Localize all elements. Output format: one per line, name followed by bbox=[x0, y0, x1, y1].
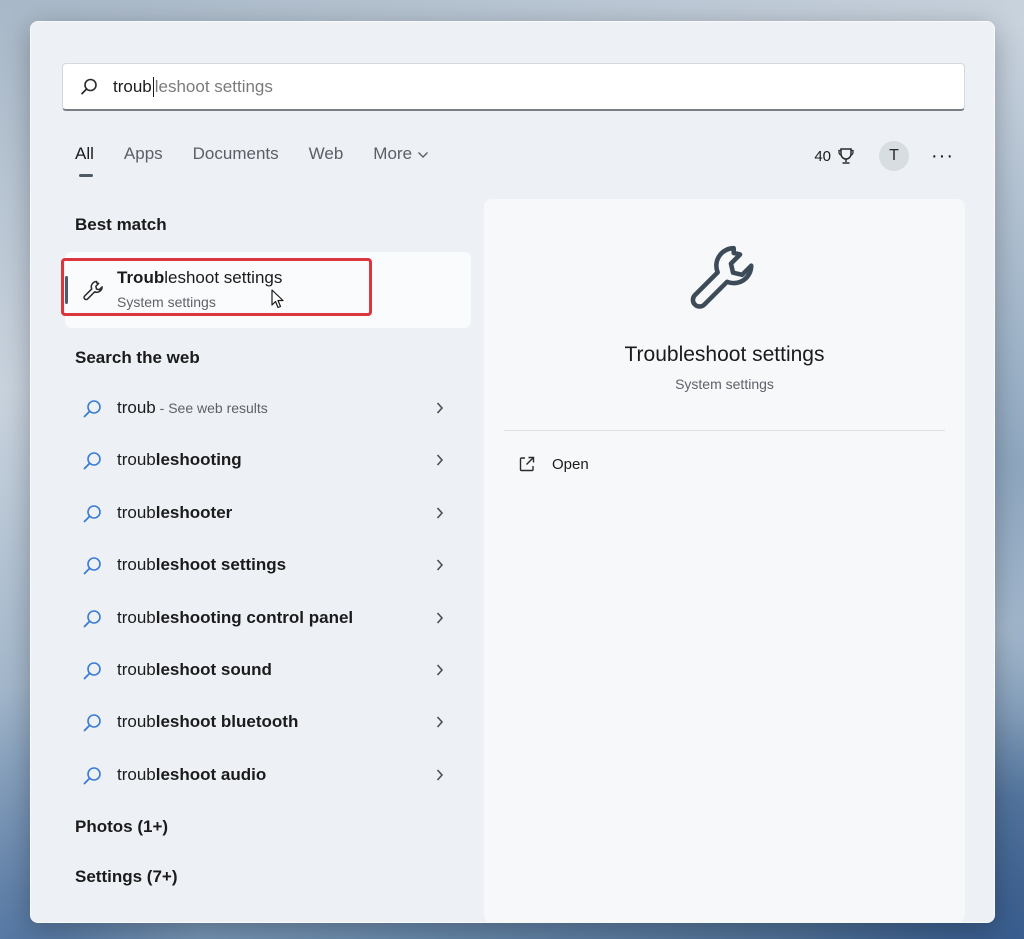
search-icon bbox=[81, 78, 97, 95]
search-filter-tabs: All Apps Documents Web More bbox=[75, 144, 459, 177]
suggestion-typed-text: troub bbox=[117, 764, 156, 784]
chevron-right-icon bbox=[436, 402, 444, 414]
text-caret bbox=[152, 77, 154, 97]
search-icon bbox=[83, 609, 101, 627]
web-suggestions-list: troub - See web results troubleshooting … bbox=[65, 383, 471, 802]
detail-subtitle: System settings bbox=[675, 376, 774, 392]
tab-web[interactable]: Web bbox=[309, 144, 344, 174]
chevron-right-icon bbox=[436, 559, 444, 571]
result-detail-pane: Troubleshoot settings System settings Op… bbox=[484, 199, 965, 923]
search-icon bbox=[83, 714, 101, 732]
rewards-points[interactable]: 40 bbox=[814, 147, 855, 165]
search-icon bbox=[83, 662, 101, 680]
rewards-points-value: 40 bbox=[814, 147, 832, 165]
suggestion-completion-text: leshooting control panel bbox=[155, 607, 354, 627]
divider bbox=[504, 430, 945, 431]
suggestion-typed-text: troub bbox=[117, 607, 156, 627]
detail-title: Troubleshoot settings bbox=[624, 343, 825, 366]
photos-section-heading[interactable]: Photos (1+) bbox=[75, 817, 168, 837]
suggestion-typed-text: troub bbox=[117, 450, 156, 470]
tab-apps[interactable]: Apps bbox=[124, 144, 163, 174]
header-actions: 40 T ··· bbox=[814, 141, 954, 171]
tab-more[interactable]: More bbox=[373, 144, 429, 174]
chevron-down-icon bbox=[418, 151, 429, 158]
suggestion-completion-text: leshooting bbox=[155, 450, 242, 470]
highlight-annotation-box bbox=[61, 258, 372, 316]
search-box[interactable]: troub leshoot settings bbox=[62, 63, 965, 111]
suggestion-hint-text: - See web results bbox=[155, 400, 268, 416]
suggestion-completion-text: leshooter bbox=[155, 502, 233, 522]
open-action[interactable]: Open bbox=[518, 455, 589, 473]
tab-all[interactable]: All bbox=[75, 144, 94, 177]
search-icon bbox=[83, 766, 101, 785]
trophy-icon bbox=[838, 148, 854, 164]
web-suggestion-item[interactable]: troubleshooter bbox=[65, 488, 471, 540]
start-search-panel: troub leshoot settings All Apps Documents… bbox=[30, 21, 995, 923]
search-autocomplete-text: leshoot settings bbox=[154, 77, 273, 96]
web-suggestion-item[interactable]: troubleshoot settings bbox=[65, 540, 471, 592]
tab-documents[interactable]: Documents bbox=[193, 144, 279, 174]
tab-more-label: More bbox=[373, 144, 413, 163]
mouse-pointer-icon bbox=[271, 289, 284, 309]
web-suggestion-item[interactable]: troubleshoot bluetooth bbox=[65, 697, 471, 749]
chevron-right-icon bbox=[436, 716, 444, 728]
suggestion-completion-text: leshoot bluetooth bbox=[155, 712, 299, 732]
best-match-heading: Best match bbox=[75, 215, 167, 234]
chevron-right-icon bbox=[436, 507, 444, 519]
search-icon bbox=[83, 400, 101, 418]
more-options-icon[interactable]: ··· bbox=[931, 146, 954, 166]
open-external-icon bbox=[519, 456, 535, 472]
search-input[interactable]: troub leshoot settings bbox=[113, 77, 273, 97]
search-icon bbox=[83, 557, 101, 575]
suggestion-typed-text: troub bbox=[117, 502, 156, 522]
suggestion-completion-text: leshoot audio bbox=[155, 764, 267, 784]
avatar[interactable]: T bbox=[879, 141, 910, 171]
web-suggestion-item[interactable]: troubleshoot audio bbox=[65, 750, 471, 802]
suggestion-completion-text: leshoot settings bbox=[155, 555, 287, 575]
open-action-label: Open bbox=[552, 455, 589, 473]
web-suggestion-item[interactable]: troubleshooting control panel bbox=[65, 593, 471, 645]
web-suggestion-item[interactable]: troubleshoot sound bbox=[65, 645, 471, 697]
chevron-right-icon bbox=[436, 664, 444, 676]
search-icon bbox=[83, 452, 101, 470]
suggestion-typed-text: troub bbox=[117, 555, 156, 575]
chevron-right-icon bbox=[436, 769, 444, 781]
web-suggestion-item[interactable]: troubleshooting bbox=[65, 435, 471, 487]
search-typed-text: troub bbox=[113, 77, 152, 96]
suggestion-completion-text: leshoot sound bbox=[155, 659, 272, 679]
web-suggestion-item[interactable]: troub - See web results bbox=[65, 383, 471, 435]
chevron-right-icon bbox=[436, 612, 444, 624]
suggestion-typed-text: troub bbox=[117, 398, 156, 417]
search-the-web-heading: Search the web bbox=[75, 348, 200, 367]
settings-section-heading[interactable]: Settings (7+) bbox=[75, 867, 178, 887]
wrench-icon bbox=[690, 245, 754, 309]
suggestion-typed-text: troub bbox=[117, 712, 156, 732]
search-icon bbox=[83, 504, 101, 523]
suggestion-typed-text: troub bbox=[117, 659, 156, 679]
chevron-right-icon bbox=[436, 454, 444, 466]
